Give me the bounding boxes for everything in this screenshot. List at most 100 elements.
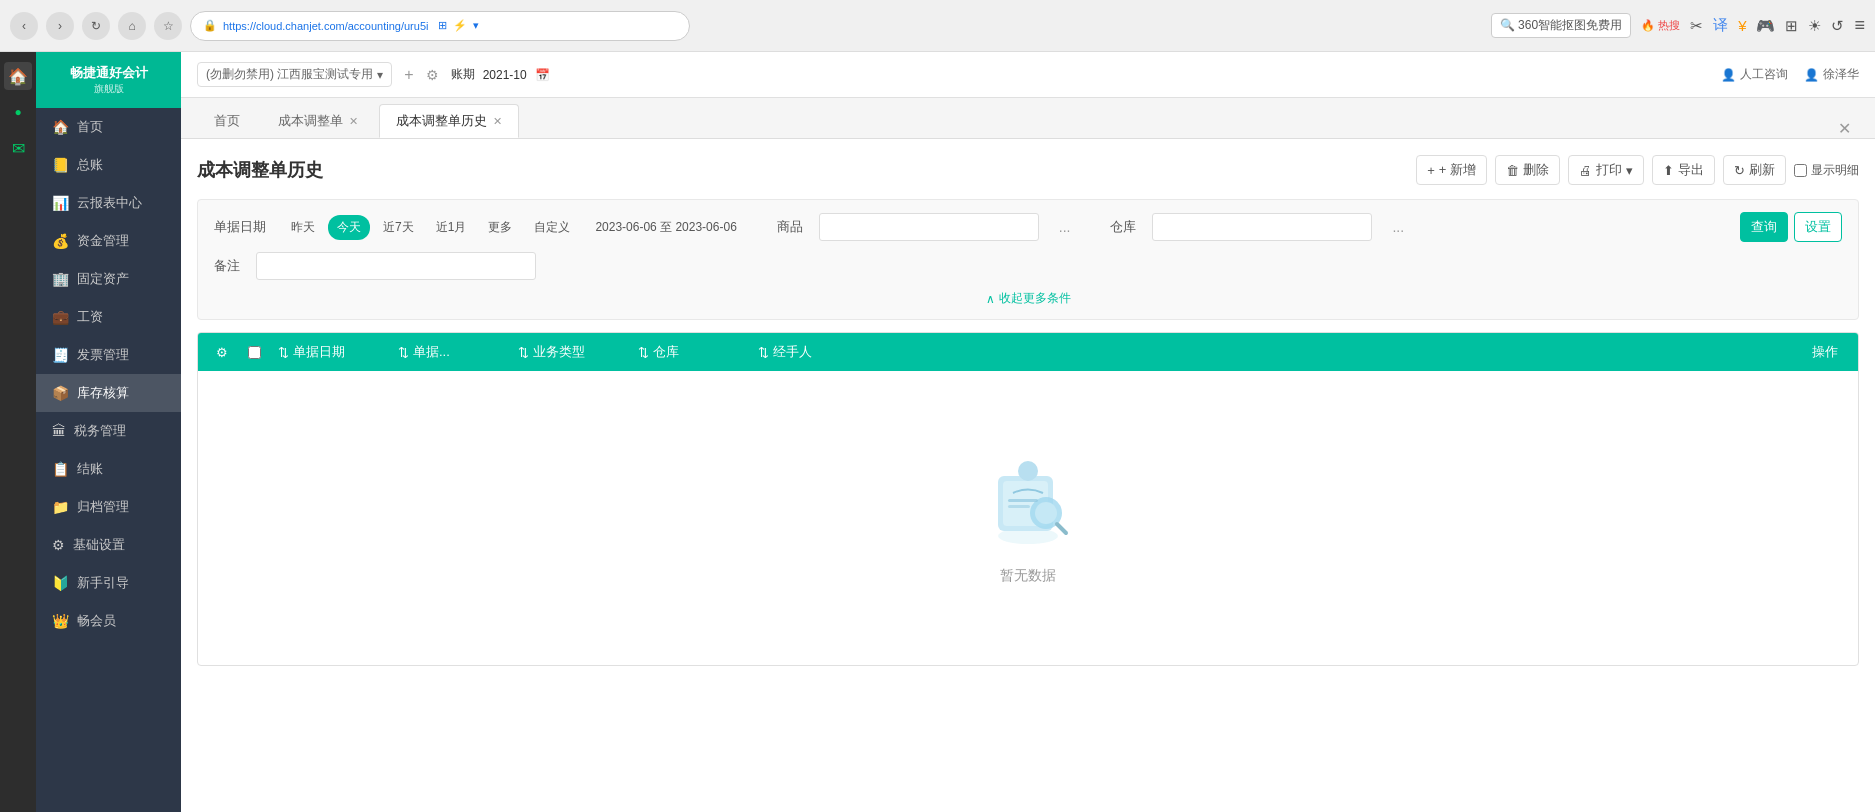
brightness-icon[interactable]: ☀: [1808, 17, 1821, 35]
service-label: 人工咨询: [1740, 66, 1788, 83]
home-button[interactable]: ⌂: [118, 12, 146, 40]
grid-icon[interactable]: ⊞: [1785, 17, 1798, 35]
export-button[interactable]: ⬆ 导出: [1652, 155, 1715, 185]
sidebar-label-salary: 工资: [77, 308, 103, 326]
show-detail-checkbox[interactable]: [1794, 164, 1807, 177]
sidebar-menu: 🏠 首页 📒 总账 📊 云报表中心 💰 资金管理 🏢 固定资产 💼 工资: [36, 108, 181, 812]
select-all-checkbox[interactable]: [248, 346, 261, 359]
wallet-icon[interactable]: ¥: [1738, 17, 1746, 34]
date-filter-buttons: 昨天 今天 近7天 近1月 更多 自定义: [282, 215, 579, 240]
game-icon[interactable]: 🎮: [1756, 17, 1775, 35]
translate-icon[interactable]: 译: [1713, 16, 1728, 35]
th-warehouse-sort-icon: ⇅: [638, 345, 649, 360]
undo-icon[interactable]: ↺: [1831, 17, 1844, 35]
browser-search[interactable]: 🔍 360智能抠图免费用: [1491, 13, 1631, 38]
scissors-icon[interactable]: ✂: [1690, 17, 1703, 35]
sidebar-item-guide[interactable]: 🔰 新手引导: [36, 564, 181, 602]
date-btn-more[interactable]: 更多: [479, 215, 521, 240]
collapse-icon: ∧: [986, 292, 995, 306]
new-button[interactable]: + + 新增: [1416, 155, 1487, 185]
filter-settings-button[interactable]: 设置: [1794, 212, 1842, 242]
sidebar-item-ledger[interactable]: 📒 总账: [36, 146, 181, 184]
menu-icon[interactable]: ≡: [1854, 15, 1865, 36]
sidebar-item-close[interactable]: 📋 结账: [36, 450, 181, 488]
user-avatar: 👤: [1804, 68, 1819, 82]
date-btn-custom[interactable]: 自定义: [525, 215, 579, 240]
add-tab-btn[interactable]: +: [404, 66, 413, 84]
sidebar-label-close: 结账: [77, 460, 103, 478]
print-button[interactable]: 🖨 打印 ▾: [1568, 155, 1644, 185]
sidebar-item-reports[interactable]: 📊 云报表中心: [36, 184, 181, 222]
sidebar-label-inventory: 库存核算: [77, 384, 129, 402]
forward-button[interactable]: ›: [46, 12, 74, 40]
sidebar-label-tax: 税务管理: [74, 422, 126, 440]
sidebar-item-funds[interactable]: 💰 资金管理: [36, 222, 181, 260]
company-selector[interactable]: (勿删勿禁用) 江西服宝测试专用 ▾: [197, 62, 392, 87]
user-service[interactable]: 👤 人工咨询: [1721, 66, 1788, 83]
th-date[interactable]: ⇅ 单据日期: [270, 343, 390, 361]
user-name[interactable]: 👤 徐泽华: [1804, 66, 1859, 83]
date-btn-yesterday[interactable]: 昨天: [282, 215, 324, 240]
sidebar-item-home[interactable]: 🏠 首页: [36, 108, 181, 146]
sidebar-item-archive[interactable]: 📁 归档管理: [36, 488, 181, 526]
settings-header-icon[interactable]: ⚙: [426, 67, 439, 83]
remark-filter-input[interactable]: [256, 252, 536, 280]
tab-cost-adjust[interactable]: 成本调整单 ✕: [261, 104, 375, 138]
date-btn-7days[interactable]: 近7天: [374, 215, 423, 240]
strip-item-2[interactable]: ●: [4, 98, 32, 126]
guide-icon: 🔰: [52, 575, 69, 591]
table-select-all[interactable]: [238, 346, 270, 359]
svg-rect-8: [1008, 505, 1030, 508]
tab-cost-history[interactable]: 成本调整单历史 ✕: [379, 104, 519, 138]
sidebar-item-tax[interactable]: 🏛 税务管理: [36, 412, 181, 450]
bookmark-button[interactable]: ☆: [154, 12, 182, 40]
sidebar-item-vip[interactable]: 👑 畅会员: [36, 602, 181, 640]
warehouse-filter-dots[interactable]: ...: [1392, 219, 1404, 235]
th-warehouse[interactable]: ⇅ 仓库: [630, 343, 750, 361]
refresh-button[interactable]: ↻ 刷新: [1723, 155, 1786, 185]
goods-filter-dots[interactable]: ...: [1059, 219, 1071, 235]
sidebar-item-assets[interactable]: 🏢 固定资产: [36, 260, 181, 298]
sidebar-item-invoice[interactable]: 🧾 发票管理: [36, 336, 181, 374]
sidebar-item-inventory[interactable]: 📦 库存核算: [36, 374, 181, 412]
strip-item-active[interactable]: 🏠: [4, 62, 32, 90]
sidebar-label-funds: 资金管理: [77, 232, 129, 250]
remark-filter-label: 备注: [214, 257, 240, 275]
tab-cost-adjust-close[interactable]: ✕: [349, 115, 358, 128]
th-person[interactable]: ⇅ 经手人: [750, 343, 870, 361]
hot-label: 🔥 热搜: [1641, 18, 1680, 33]
sidebar-item-settings[interactable]: ⚙ 基础设置: [36, 526, 181, 564]
new-label: + 新增: [1439, 161, 1476, 179]
warehouse-filter-input[interactable]: [1152, 213, 1372, 241]
back-button[interactable]: ‹: [10, 12, 38, 40]
archive-icon: 📁: [52, 499, 69, 515]
close-period-icon: 📋: [52, 461, 69, 477]
tab-cost-history-close[interactable]: ✕: [493, 115, 502, 128]
goods-filter-input[interactable]: [819, 213, 1039, 241]
invoice-icon: 🧾: [52, 347, 69, 363]
export-icon: ⬆: [1663, 163, 1674, 178]
url-bar[interactable]: 🔒 https://cloud.chanjet.com/accounting/u…: [190, 11, 690, 41]
date-filter-label: 单据日期: [214, 218, 266, 236]
period-selector[interactable]: 账期 2021-10 📅: [451, 66, 550, 83]
strip-item-green[interactable]: ✉: [4, 134, 32, 162]
sidebar-label-assets: 固定资产: [77, 270, 129, 288]
print-label: 打印: [1596, 161, 1622, 179]
date-btn-1month[interactable]: 近1月: [427, 215, 476, 240]
delete-button[interactable]: 🗑 删除: [1495, 155, 1560, 185]
header-right: 👤 人工咨询 👤 徐泽华: [1721, 66, 1859, 83]
show-detail-checkbox-label: 显示明细: [1794, 162, 1859, 179]
date-btn-today[interactable]: 今天: [328, 215, 370, 240]
query-label: 查询: [1751, 218, 1777, 236]
close-all-icon[interactable]: ✕: [1830, 119, 1859, 138]
table-settings-btn[interactable]: ⚙: [206, 345, 238, 360]
th-type[interactable]: ⇅ 业务类型: [510, 343, 630, 361]
collapse-button[interactable]: ∧ 收起更多条件: [986, 290, 1071, 307]
print-icon: 🖨: [1579, 163, 1592, 178]
query-button[interactable]: 查询: [1740, 212, 1788, 242]
tab-home[interactable]: 首页: [197, 104, 257, 138]
th-num[interactable]: ⇅ 单据...: [390, 343, 510, 361]
reload-button[interactable]: ↻: [82, 12, 110, 40]
empty-state: 暂无数据: [198, 371, 1858, 665]
sidebar-item-salary[interactable]: 💼 工资: [36, 298, 181, 336]
